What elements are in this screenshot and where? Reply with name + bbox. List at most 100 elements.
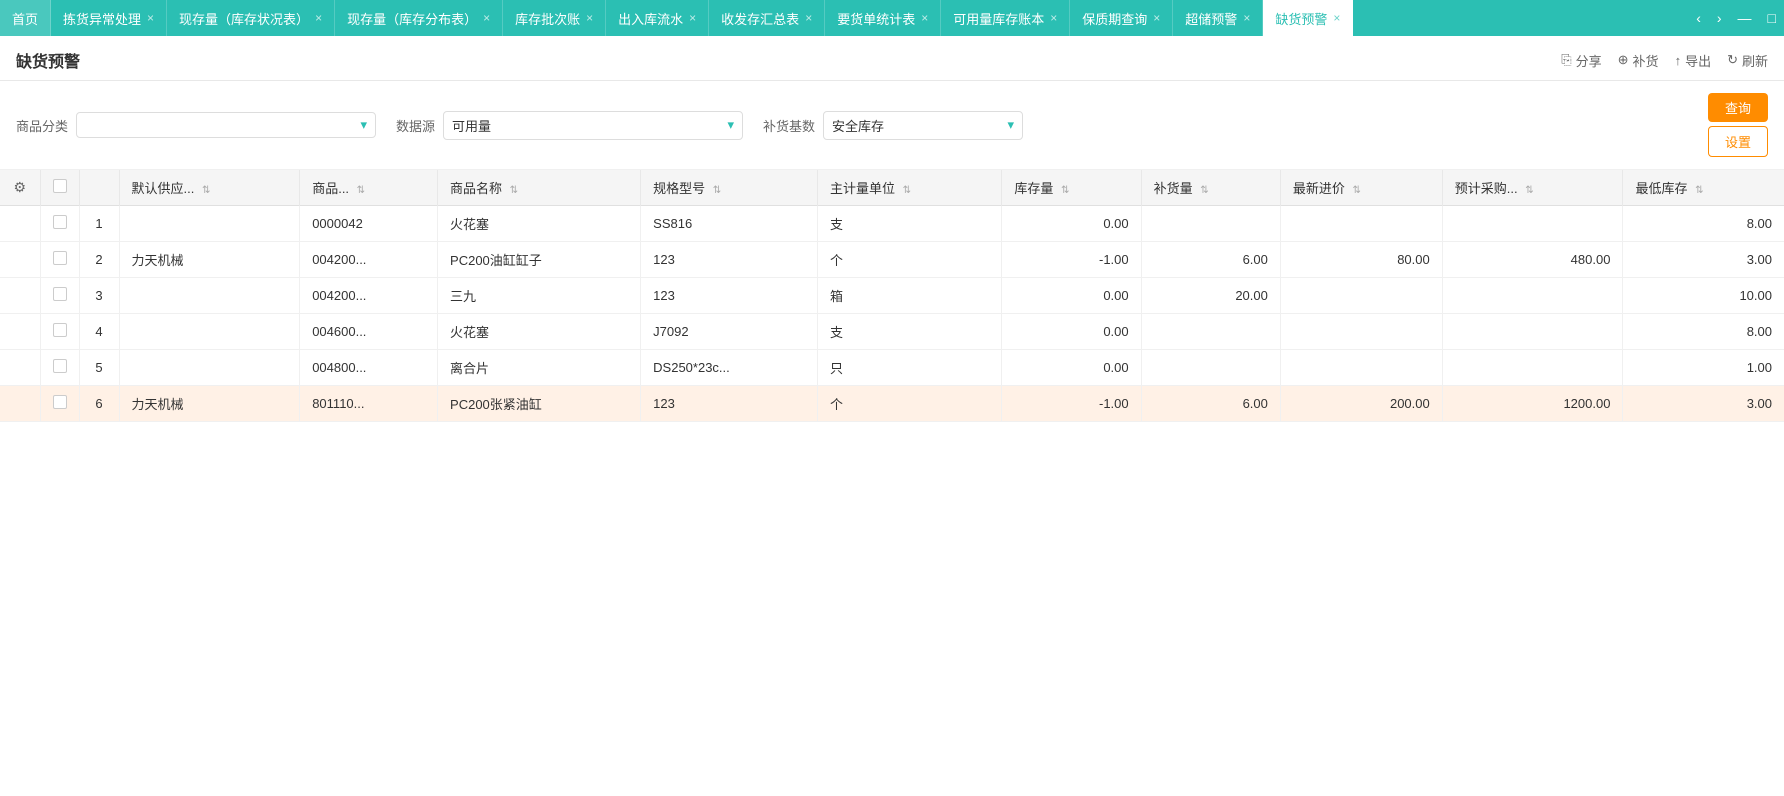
- category-select[interactable]: ▾: [76, 112, 376, 138]
- col-replenish-label: 补货量: [1154, 181, 1193, 196]
- row-checkbox[interactable]: [53, 323, 67, 337]
- row-num: 4: [79, 314, 119, 350]
- tab-expiry-query[interactable]: 保质期查询 ×: [1070, 0, 1173, 36]
- row-product-name: PC200张紧油缸: [438, 386, 641, 422]
- row-checkbox[interactable]: [53, 395, 67, 409]
- filter-bar: 商品分类 ▾ 数据源 可用量 ▾ 补货基数 安全库存 ▾ 查询 设置: [0, 81, 1784, 170]
- row-unit: 支: [817, 314, 1001, 350]
- row-checkbox-cell: [40, 242, 79, 278]
- col-product-name-label: 商品名称: [450, 181, 502, 196]
- col-latest-price-header[interactable]: 最新进价 ⇅: [1280, 170, 1442, 206]
- table-row: 6 力天机械 801110... PC200张紧油缸 123 个 -1.00 6…: [0, 386, 1784, 422]
- row-checkbox[interactable]: [53, 215, 67, 229]
- tab-order-stats-label: 要货单统计表: [837, 9, 915, 28]
- col-estimated-header[interactable]: 预计采购... ⇅: [1442, 170, 1623, 206]
- replenish-button[interactable]: ⊕ 补货: [1618, 51, 1659, 70]
- col-checkbox-header: [40, 170, 79, 206]
- col-spec-header[interactable]: 规格型号 ⇅: [641, 170, 818, 206]
- col-supplier-header[interactable]: 默认供应... ⇅: [119, 170, 300, 206]
- tab-home[interactable]: 首页: [0, 0, 51, 36]
- tab-home-label: 首页: [12, 9, 38, 28]
- tab-shortage[interactable]: 缺货预警 ×: [1263, 0, 1353, 36]
- tab-inventory-dist-close[interactable]: ×: [483, 11, 490, 25]
- col-stock-header[interactable]: 库存量 ⇅: [1002, 170, 1141, 206]
- tab-inventory-status-label: 现存量（库存状况表）: [179, 9, 309, 28]
- tab-expiry-query-label: 保质期查询: [1082, 9, 1147, 28]
- row-checkbox-cell: [40, 386, 79, 422]
- row-replenish: [1141, 350, 1280, 386]
- replenish-label: 补货: [1633, 51, 1659, 70]
- row-product-code: 004200...: [300, 242, 438, 278]
- tab-expiry-query-close[interactable]: ×: [1153, 11, 1160, 25]
- table-row: 3 004200... 三九 123 箱 0.00 20.00 10.00: [0, 278, 1784, 314]
- col-product-name-header[interactable]: 商品名称 ⇅: [438, 170, 641, 206]
- col-min-stock-sort-icon: ⇅: [1695, 185, 1703, 196]
- row-supplier: [119, 206, 300, 242]
- tab-receipt-summary[interactable]: 收发存汇总表 ×: [709, 0, 825, 36]
- datasource-select[interactable]: 可用量 ▾: [443, 111, 743, 140]
- row-replenish: 6.00: [1141, 386, 1280, 422]
- tab-maximize-btn[interactable]: □: [1760, 0, 1784, 36]
- row-unit: 只: [817, 350, 1001, 386]
- tab-overstock-close[interactable]: ×: [1243, 11, 1250, 25]
- row-settings-cell: [0, 206, 40, 242]
- row-product-name: 离合片: [438, 350, 641, 386]
- tab-batch-account-close[interactable]: ×: [586, 11, 593, 25]
- tab-order-stats[interactable]: 要货单统计表 ×: [825, 0, 941, 36]
- row-replenish: 6.00: [1141, 242, 1280, 278]
- tab-batch-account-label: 库存批次账: [515, 9, 580, 28]
- row-unit: 支: [817, 206, 1001, 242]
- tab-available-ledger[interactable]: 可用量库存账本 ×: [941, 0, 1070, 36]
- page-header: 缺货预警 ⎘ 分享 ⊕ 补货 ↑ 导出 ↻ 刷新: [0, 36, 1784, 81]
- datasource-chevron-icon: ▾: [728, 117, 735, 133]
- tab-inventory-dist[interactable]: 现存量（库存分布表） ×: [335, 0, 503, 36]
- tab-inventory-status[interactable]: 现存量（库存状况表） ×: [167, 0, 335, 36]
- col-unit-header[interactable]: 主计量单位 ⇅: [817, 170, 1001, 206]
- tab-batch-account[interactable]: 库存批次账 ×: [503, 0, 606, 36]
- refresh-icon: ↻: [1727, 52, 1738, 68]
- tab-available-ledger-close[interactable]: ×: [1050, 11, 1057, 25]
- export-icon: ↑: [1675, 53, 1682, 68]
- tab-prev-btn[interactable]: ‹: [1688, 0, 1709, 36]
- row-checkbox[interactable]: [53, 359, 67, 373]
- row-latest-price: [1280, 206, 1442, 242]
- select-all-checkbox[interactable]: [53, 179, 67, 193]
- tab-abnormal[interactable]: 拣货异常处理 ×: [51, 0, 167, 36]
- tab-receipt-summary-close[interactable]: ×: [805, 11, 812, 25]
- row-estimated: [1442, 206, 1623, 242]
- category-chevron-icon: ▾: [360, 117, 367, 133]
- row-spec: 123: [641, 278, 818, 314]
- tab-inout-flow[interactable]: 出入库流水 ×: [606, 0, 709, 36]
- share-button[interactable]: ⎘ 分享: [1561, 51, 1601, 70]
- tab-next-btn[interactable]: ›: [1709, 0, 1730, 36]
- row-supplier: [119, 278, 300, 314]
- tab-minimize-btn[interactable]: —: [1730, 0, 1760, 36]
- export-button[interactable]: ↑ 导出: [1675, 51, 1712, 70]
- tab-abnormal-close[interactable]: ×: [147, 11, 154, 25]
- row-estimated: [1442, 314, 1623, 350]
- refresh-button[interactable]: ↻ 刷新: [1727, 51, 1768, 70]
- col-min-stock-header[interactable]: 最低库存 ⇅: [1623, 170, 1784, 206]
- col-supplier-label: 默认供应...: [132, 181, 195, 196]
- tab-inout-flow-close[interactable]: ×: [689, 11, 696, 25]
- tab-inventory-status-close[interactable]: ×: [315, 11, 322, 25]
- table-settings-gear-icon[interactable]: ⚙: [13, 179, 26, 195]
- row-latest-price: [1280, 350, 1442, 386]
- col-product-name-sort-icon: ⇅: [510, 185, 518, 196]
- tab-order-stats-close[interactable]: ×: [921, 11, 928, 25]
- tab-overstock[interactable]: 超储预警 ×: [1173, 0, 1263, 36]
- replenish-base-filter-label: 补货基数: [763, 116, 815, 135]
- row-checkbox[interactable]: [53, 287, 67, 301]
- replenish-base-select[interactable]: 安全库存 ▾: [823, 111, 1023, 140]
- tab-shortage-close[interactable]: ×: [1333, 11, 1340, 25]
- col-product-code-label: 商品...: [312, 181, 349, 196]
- row-latest-price: 80.00: [1280, 242, 1442, 278]
- row-checkbox[interactable]: [53, 251, 67, 265]
- query-button[interactable]: 查询: [1708, 93, 1768, 122]
- row-min-stock: 1.00: [1623, 350, 1784, 386]
- col-replenish-header[interactable]: 补货量 ⇅: [1141, 170, 1280, 206]
- settings-button[interactable]: 设置: [1708, 126, 1768, 157]
- col-product-code-header[interactable]: 商品... ⇅: [300, 170, 438, 206]
- filter-actions: 查询 设置: [1708, 93, 1768, 157]
- row-min-stock: 3.00: [1623, 242, 1784, 278]
